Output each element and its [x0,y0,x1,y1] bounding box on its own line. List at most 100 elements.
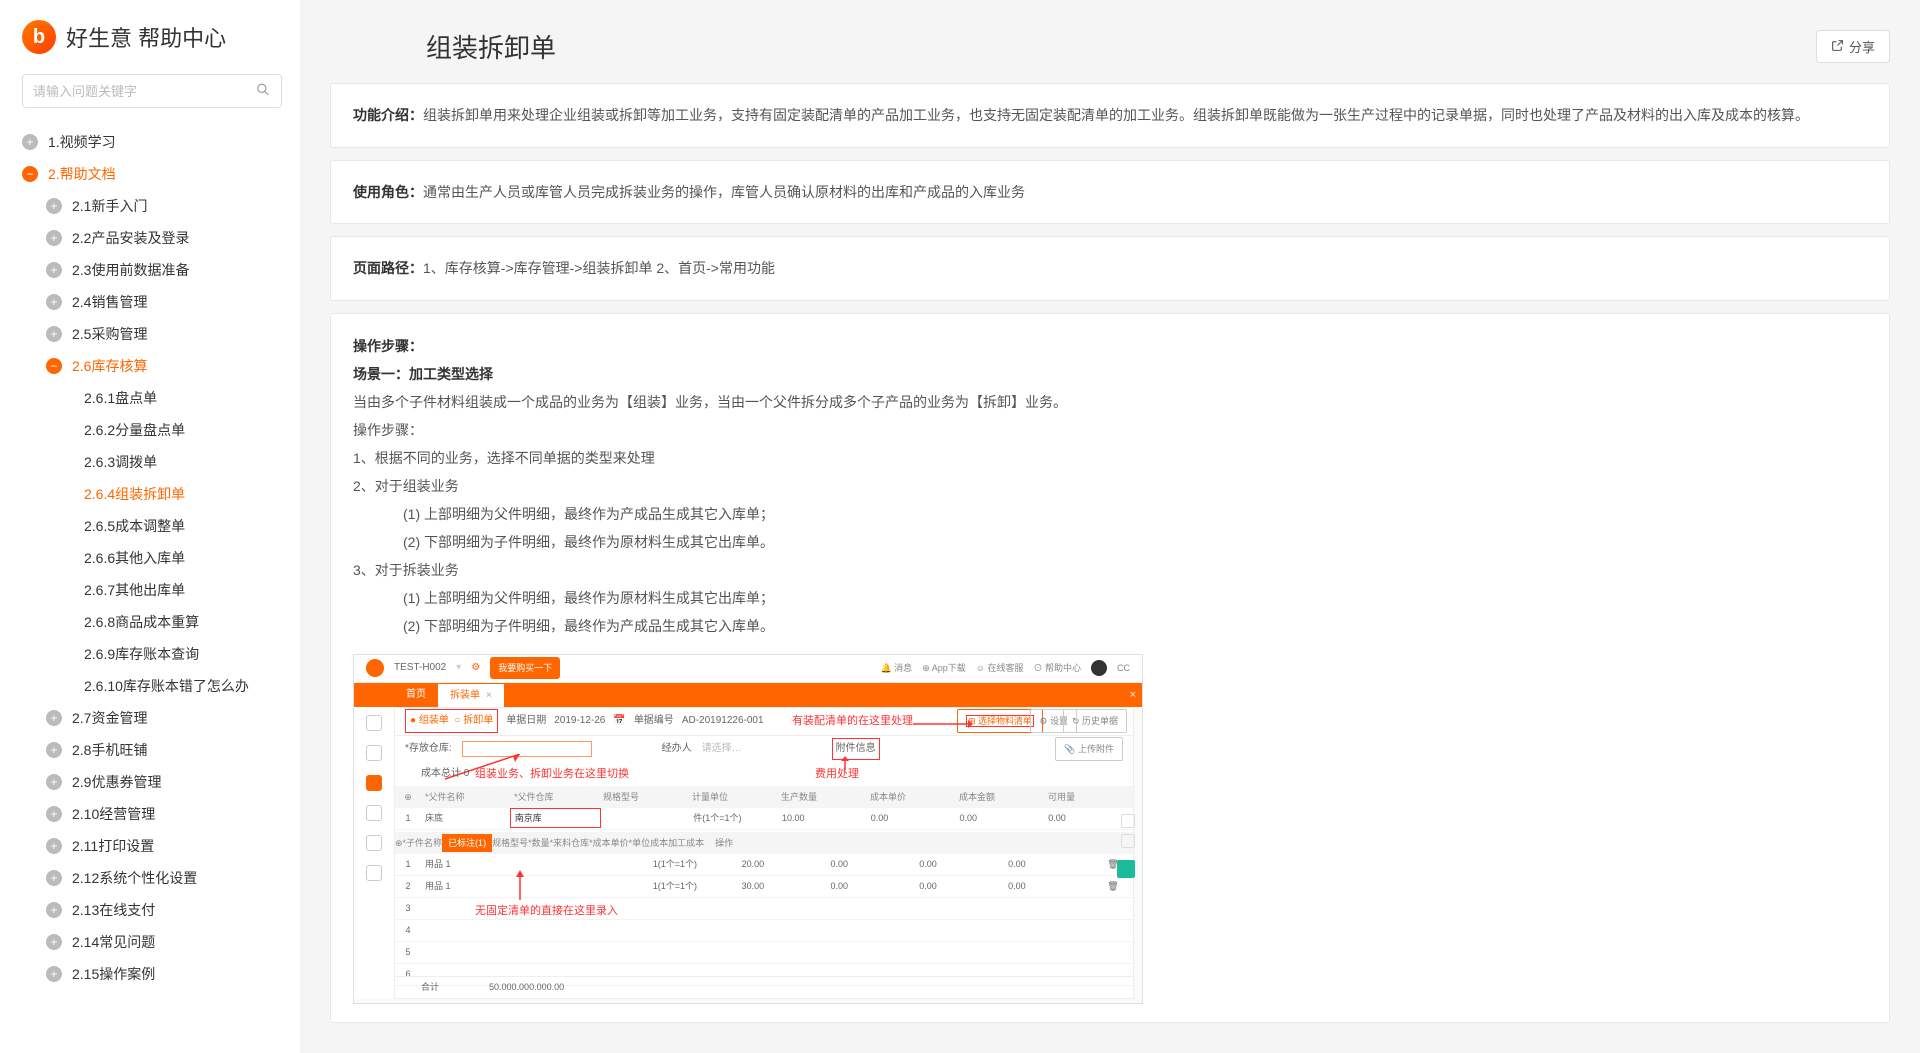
ss-annotation: 费用处理 [815,763,859,785]
plus-icon: + [46,230,62,246]
ss-cost-row: 成本总计 0 组装业务、拆卸业务在这里切换 费用处理 [395,762,1133,786]
role-text: 通常由生产人员或库管人员完成拆装业务的操作，库管人员确认原材料的出库和产成品的入… [423,184,1025,200]
nav-2-6-8[interactable]: 2.6.8商品成本重算 [22,606,280,638]
main-content: 组装拆卸单 分享 功能介绍：组装拆卸单用来处理企业组装或拆卸等加工业务，支持有固… [300,0,1920,1053]
plus-icon: + [46,838,62,854]
ss-empty-row: 4 [395,920,1133,942]
nav-2-6-5[interactable]: 2.6.5成本调整单 [22,510,280,542]
ss-child-header: ⊕*子件名称已标注(1)规格型号*数量*来料仓库*成本单价*单位成本加工成本操作 [395,832,1133,854]
embedded-screenshot: TEST-H002 ▾ ⚙ 我要购买一下 🔔 消息 ⊕ App下载 ☺ 在线客服… [353,654,1143,1004]
ss-nav-icon [366,805,382,821]
ss-buy-button: 我要购买一下 [490,657,560,679]
steps-card: 操作步骤： 场景一：加工类型选择 当由多个子件材料组装成一个成品的业务为【组装】… [330,313,1890,1023]
nav-2-8[interactable]: +2.8手机旺铺 [22,734,280,766]
ss-side-icons [1121,814,1135,848]
nav-tree: +1.视频学习 −2.帮助文档 +2.1新手入门 +2.2产品安装及登录 +2.… [22,126,280,990]
scene1-text: 当由多个子件材料组装成一个成品的业务为【组装】业务，当由一个父件拆分成多个子产品… [353,388,1867,416]
plus-icon: + [46,262,62,278]
path-text: 1、库存核算->库存管理->组装拆卸单 2、首页->常用功能 [423,260,775,276]
plus-icon: + [46,774,62,790]
nav-2-6-1[interactable]: 2.6.1盘点单 [22,382,280,414]
plus-icon: + [22,134,38,150]
nav-2-15[interactable]: +2.15操作案例 [22,958,280,990]
minus-icon: − [46,358,62,374]
nav-2-6-7[interactable]: 2.6.7其他出库单 [22,574,280,606]
ss-footer: 合计50.000.000.000.00 [395,976,1133,998]
intro-card: 功能介绍：组装拆卸单用来处理企业组装或拆卸等加工业务，支持有固定装配清单的产品加… [330,83,1890,148]
nav-2-1[interactable]: +2.1新手入门 [22,190,280,222]
nav-2-7[interactable]: +2.7资金管理 [22,702,280,734]
step-3b: (2) 下部明细为子件明细，最终作为产成品生成其它入库单。 [353,612,1867,640]
nav-2-9[interactable]: +2.9优惠券管理 [22,766,280,798]
path-label: 页面路径： [353,260,423,276]
ss-empty-row: 5 [395,942,1133,964]
ss-nav-icon [366,775,382,791]
nav-2-11[interactable]: +2.11打印设置 [22,830,280,862]
ss-child-row: 1用品 11(1个=1个)20.000.000.000.00🗑 [395,854,1133,876]
role-card: 使用角色：通常由生产人员或库管人员完成拆装业务的操作，库管人员确认原材料的出库和… [330,160,1890,225]
nav-2-3[interactable]: +2.3使用前数据准备 [22,254,280,286]
nav-2-6-10[interactable]: 2.6.10库存账本错了怎么办 [22,670,280,702]
nav-2-6-2[interactable]: 2.6.2分量盘点单 [22,414,280,446]
page-title: 组装拆卸单 [330,28,556,65]
nav-2-6-4[interactable]: 2.6.4组装拆卸单 [22,478,280,510]
nav-2-12[interactable]: +2.12系统个性化设置 [22,862,280,894]
calendar-icon: 📅 [613,711,625,731]
plus-icon: + [46,966,62,982]
ss-nav-icon [366,865,382,881]
share-icon [1831,39,1844,55]
nav-2-10[interactable]: +2.10经营管理 [22,798,280,830]
ss-expand-icon [1117,860,1135,878]
ss-topbar: TEST-H002 ▾ ⚙ 我要购买一下 🔔 消息 ⊕ App下载 ☺ 在线客服… [354,655,1142,683]
intro-text: 组装拆卸单用来处理企业组装或拆卸等加工业务，支持有固定装配清单的产品加工业务，也… [423,107,1809,123]
ss-nav-icon [366,715,382,731]
nav-2-5[interactable]: +2.5采购管理 [22,318,280,350]
nav-2-6-6[interactable]: 2.6.6其他入库单 [22,542,280,574]
search-input[interactable] [22,74,282,108]
ss-annotation: 有装配清单的在这里处理 [792,710,913,732]
ss-body: ● 组装单 ○ 拆卸单 单据日期 2019-12-26📅 单据编号 AD-201… [394,707,1134,999]
step-1: 1、根据不同的业务，选择不同单据的类型来处理 [353,444,1867,472]
sidebar: b 好生意 帮助中心 +1.视频学习 −2.帮助文档 +2.1新手入门 +2.2… [0,0,300,1053]
plus-icon: + [46,934,62,950]
share-button[interactable]: 分享 [1816,30,1890,63]
ss-tabs: 首页 拆装单 × × [354,683,1142,707]
ss-child-row: 2用品 11(1个=1个)30.000.000.000.00🗑 [395,876,1133,898]
search-box [22,74,280,108]
nav-2-2[interactable]: +2.2产品安装及登录 [22,222,280,254]
ss-nav-icon [366,745,382,761]
step-2: 2、对于组装业务 [353,472,1867,500]
plus-icon: + [46,806,62,822]
nav-2-13[interactable]: +2.13在线支付 [22,894,280,926]
ss-nav-icon [366,835,382,851]
step-2b: (2) 下部明细为子件明细，最终作为原材料生成其它出库单。 [353,528,1867,556]
nav-2-6[interactable]: −2.6库存核算 [22,350,280,382]
ss-annotation: 组装业务、拆卸业务在这里切换 [475,763,629,785]
step-2a: (1) 上部明细为父件明细，最终作为产成品生成其它入库单； [353,500,1867,528]
path-card: 页面路径：1、库存核算->库存管理->组装拆卸单 2、首页->常用功能 [330,236,1890,301]
ss-tab-home: 首页 [394,683,438,707]
plus-icon: + [46,198,62,214]
nav-2-14[interactable]: +2.14常见问题 [22,926,280,958]
step-3: 3、对于拆装业务 [353,556,1867,584]
ss-form-row: *存放仓库: 经办人请选择… 附件信息 📎 上传附件 [395,736,1133,762]
nav-2-6-3[interactable]: 2.6.3调拨单 [22,446,280,478]
brand-row: b 好生意 帮助中心 [22,20,280,54]
brand-logo: b [22,20,56,54]
ss-annotation: 无固定清单的直接在这里录入 [475,900,618,922]
brand-title: 好生意 帮助中心 [66,21,226,53]
plus-icon: + [46,902,62,918]
ss-toolbar: ● 组装单 ○ 拆卸单 单据日期 2019-12-26📅 单据编号 AD-201… [395,708,1133,736]
page-header: 组装拆卸单 分享 [330,0,1890,83]
role-label: 使用角色： [353,184,423,200]
search-icon[interactable] [256,83,270,100]
plus-icon: + [46,742,62,758]
nav-1[interactable]: +1.视频学习 [22,126,280,158]
nav-2-6-9[interactable]: 2.6.9库存账本查询 [22,638,280,670]
nav-2-4[interactable]: +2.4销售管理 [22,286,280,318]
intro-label: 功能介绍： [353,107,423,123]
ss-left-iconbar [354,707,394,999]
minus-icon: − [22,166,38,182]
nav-2[interactable]: −2.帮助文档 [22,158,280,190]
plus-icon: + [46,326,62,342]
